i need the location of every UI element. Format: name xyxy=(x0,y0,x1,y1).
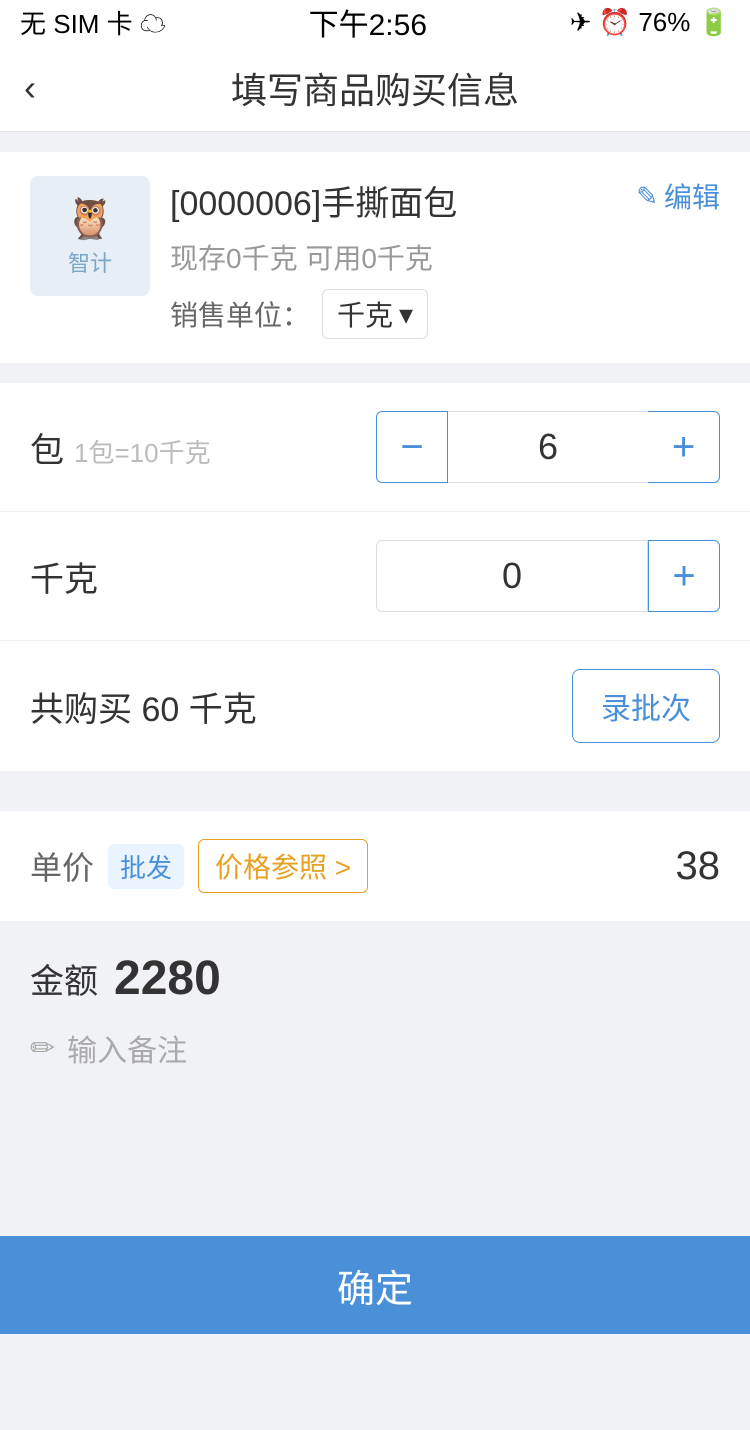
product-unit-row: 销售单位： 千克 ▾ xyxy=(170,289,720,339)
bag-hint: 1包=10千克 xyxy=(74,433,211,470)
note-input[interactable]: 输入备注 xyxy=(67,1026,187,1070)
status-time: 下午2:56 xyxy=(309,0,427,44)
price-value: 38 xyxy=(676,844,721,889)
unit-label: 销售单位： xyxy=(170,294,310,334)
total-row: 共购买 60 千克 录批次 xyxy=(0,641,750,771)
price-section: 单价 批发 价格参照 > 38 xyxy=(0,811,750,921)
battery-label: ✈ ⏰ 76% 🔋 xyxy=(570,7,730,38)
section-divider-1 xyxy=(0,363,750,383)
nav-bar: ‹ 填写商品购买信息 xyxy=(0,44,750,132)
bag-label: 包 1包=10千克 xyxy=(30,423,211,472)
bag-quantity-controls: − + xyxy=(376,411,720,483)
edit-button[interactable]: ✎ 编辑 xyxy=(636,176,720,216)
product-image: 🦉 智计 xyxy=(30,176,150,296)
kg-plus-button[interactable]: + xyxy=(648,540,720,612)
note-row[interactable]: ✏ 输入备注 xyxy=(30,1026,720,1070)
status-right: ✈ ⏰ 76% 🔋 xyxy=(570,7,730,38)
price-badge: 批发 xyxy=(108,844,184,889)
back-button[interactable]: ‹ xyxy=(24,67,36,109)
price-label: 单价 xyxy=(30,843,94,889)
batch-button[interactable]: 录批次 xyxy=(572,669,720,743)
product-card: 🦉 智计 [0000006]手撕面包 现存0千克 可用0千克 销售单位： 千克 … xyxy=(0,152,750,363)
edit-label: 编辑 xyxy=(664,176,720,216)
kg-quantity-input[interactable] xyxy=(376,540,648,612)
unit-value: 千克 xyxy=(337,294,393,334)
status-bar: 无 SIM 卡 ☁ 下午2:56 ✈ ⏰ 76% 🔋 xyxy=(0,0,750,44)
unit-selector[interactable]: 千克 ▾ xyxy=(322,289,428,339)
note-edit-icon: ✏ xyxy=(30,1031,55,1066)
kg-label: 千克 xyxy=(30,552,98,601)
unit-chevron-icon: ▾ xyxy=(399,298,413,331)
kg-quantity-controls: + xyxy=(376,540,720,612)
edit-icon: ✎ xyxy=(636,181,658,212)
price-row: 单价 批发 价格参照 > 38 xyxy=(30,839,720,893)
bag-quantity-input[interactable] xyxy=(448,411,648,483)
amount-label: 金额 xyxy=(30,954,98,1003)
section-divider-2 xyxy=(0,771,750,791)
amount-value: 2280 xyxy=(114,951,221,1006)
price-label-group: 单价 批发 价格参照 > xyxy=(30,839,368,893)
bag-plus-button[interactable]: + xyxy=(648,411,720,483)
kg-quantity-row: 千克 + xyxy=(0,512,750,641)
confirm-button[interactable]: 确定 xyxy=(0,1236,750,1334)
page-title: 填写商品购买信息 xyxy=(231,62,519,114)
bag-minus-button[interactable]: − xyxy=(376,411,448,483)
price-reference-button[interactable]: 价格参照 > xyxy=(198,839,368,893)
status-left: 无 SIM 卡 ☁ xyxy=(20,4,166,41)
product-stock: 现存0千克 可用0千克 xyxy=(170,237,720,277)
total-amount: 60 xyxy=(141,691,179,729)
total-text: 共购买 60 千克 xyxy=(30,682,257,731)
bag-quantity-row: 包 1包=10千克 − + xyxy=(0,383,750,512)
product-logo-icon: 🦉 xyxy=(65,195,115,242)
product-logo-text: 智计 xyxy=(68,246,112,278)
amount-section: 金额 2280 ✏ 输入备注 xyxy=(0,921,750,1090)
amount-row: 金额 2280 xyxy=(30,951,720,1006)
sim-label: 无 SIM 卡 ☁ xyxy=(20,4,166,41)
